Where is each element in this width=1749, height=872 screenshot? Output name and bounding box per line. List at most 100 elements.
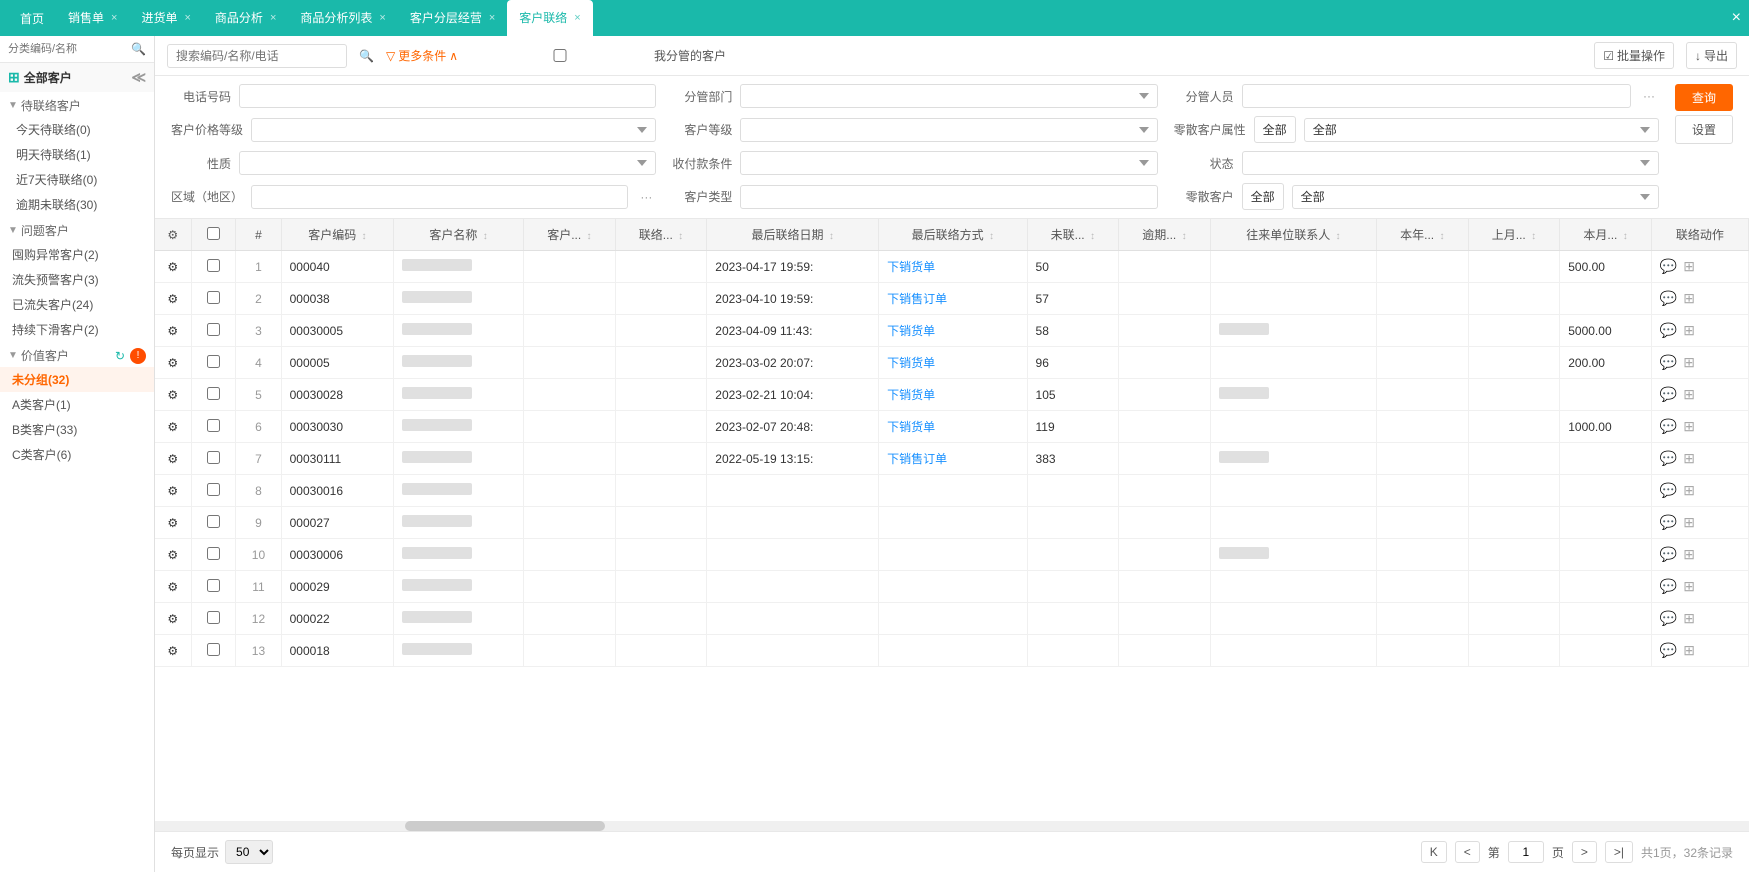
global-close-button[interactable]: × [1732,9,1741,27]
row-checkbox-4[interactable] [207,387,220,400]
refresh-icon[interactable]: ↻ [115,349,125,363]
grid-action-icon[interactable]: ⊞ [1683,354,1695,371]
problem-group-header[interactable]: ▼ 问题客户 [0,217,154,242]
row-checkbox-10[interactable] [207,579,220,592]
th-name[interactable]: 客户名称 ↕ [394,219,524,251]
region-more-icon[interactable]: ··· [636,190,656,204]
zero-customer-select[interactable]: 全部 [1292,185,1659,209]
sidebar-item-class-a[interactable]: A类客户(1) [0,392,154,417]
sidebar-item-ungroup[interactable]: 未分组(32) [0,367,154,392]
grid-action-icon[interactable]: ⊞ [1683,450,1695,467]
tab-customer-contact[interactable]: 客户联络 × [507,0,592,36]
th-this-month[interactable]: 本月... ↕ [1560,219,1652,251]
grid-action-icon[interactable]: ⊞ [1683,386,1695,403]
grid-action-icon[interactable]: ⊞ [1683,258,1695,275]
gear-cell[interactable]: ⚙ [155,571,191,603]
region-input[interactable] [251,185,628,209]
last-method-link[interactable]: 下销货单 [887,356,935,370]
last-method-link[interactable]: 下销货单 [887,420,935,434]
th-unit-contact[interactable]: 往来单位联系人 ↕ [1210,219,1376,251]
th-contact[interactable]: 联络... ↕ [615,219,707,251]
sidebar-item-churn-warning[interactable]: 流失预警客户(3) [0,267,154,292]
grid-action-icon[interactable]: ⊞ [1683,610,1695,627]
row-checkbox-5[interactable] [207,419,220,432]
last-method-link[interactable]: 下销售订单 [887,292,947,306]
message-icon[interactable]: 💬 [1660,482,1677,499]
prev-page-button[interactable]: < [1455,841,1480,863]
message-icon[interactable]: 💬 [1660,546,1677,563]
last-page-button[interactable]: >| [1605,841,1633,863]
grid-action-icon[interactable]: ⊞ [1683,514,1695,531]
grid-action-icon[interactable]: ⊞ [1683,418,1695,435]
gear-cell[interactable]: ⚙ [155,283,191,315]
sidebar-item-today-pending[interactable]: 今天待联络(0) [0,117,154,142]
sidebar-item-7day-pending[interactable]: 近7天待联络(0) [0,167,154,192]
sidebar-item-declining[interactable]: 持续下滑客户(2) [0,317,154,342]
th-type[interactable]: 客户... ↕ [524,219,616,251]
horizontal-scrollbar[interactable] [155,821,1749,831]
checkbox-cell[interactable] [191,251,236,283]
sidebar-search-icon[interactable]: 🔍 [131,42,146,56]
first-page-button[interactable]: K [1421,841,1447,863]
grid-action-icon[interactable]: ⊞ [1683,578,1695,595]
payment-select[interactable] [740,151,1157,175]
row-checkbox-8[interactable] [207,515,220,528]
checkbox-cell[interactable] [191,571,236,603]
tab-purchase[interactable]: 进货单 × [129,0,202,36]
tab-sales-close[interactable]: × [111,0,117,36]
row-checkbox-0[interactable] [207,259,220,272]
price-level-select[interactable] [251,118,656,142]
message-icon[interactable]: 💬 [1660,450,1677,467]
tab-analysis-close[interactable]: × [270,0,276,36]
grid-action-icon[interactable]: ⊞ [1683,546,1695,563]
filter-search-icon[interactable]: 🔍 [359,49,374,63]
gear-column-header[interactable]: ⚙ [155,219,191,251]
my-customer-checkbox-wrapper[interactable]: 我分管的客户 [470,47,726,64]
reset-button[interactable]: 设置 [1675,115,1733,144]
row-checkbox-6[interactable] [207,451,220,464]
message-icon[interactable]: 💬 [1660,386,1677,403]
checkbox-cell[interactable] [191,315,236,347]
my-customer-checkbox[interactable] [470,49,650,62]
message-icon[interactable]: 💬 [1660,354,1677,371]
person-more-icon[interactable]: ··· [1639,89,1659,103]
checkbox-cell[interactable] [191,347,236,379]
next-page-button[interactable]: > [1572,841,1597,863]
checkbox-column-header[interactable] [191,219,236,251]
last-method-link[interactable]: 下销货单 [887,260,935,274]
query-button[interactable]: 查询 [1675,84,1733,111]
tab-analysis-list-close[interactable]: × [379,0,385,36]
checkbox-cell[interactable] [191,443,236,475]
sidebar-item-overdue-pending[interactable]: 逾期未联络(30) [0,192,154,217]
grid-action-icon[interactable]: ⊞ [1683,482,1695,499]
row-checkbox-9[interactable] [207,547,220,560]
last-method-link[interactable]: 下销售订单 [887,452,947,466]
row-checkbox-7[interactable] [207,483,220,496]
row-checkbox-2[interactable] [207,323,220,336]
value-group-header[interactable]: ▼ 价值客户 ↻ ! [0,342,154,367]
sidebar-item-class-c[interactable]: C类客户(6) [0,442,154,467]
person-input[interactable] [1242,84,1631,108]
sidebar-item-abnormal[interactable]: 囤购异常客户(2) [0,242,154,267]
scrollbar-thumb[interactable] [405,821,605,831]
zero-retail-value[interactable]: 全部 [1254,116,1296,143]
gear-cell[interactable]: ⚙ [155,443,191,475]
gear-cell[interactable]: ⚙ [155,411,191,443]
customer-type-input[interactable] [740,185,1157,209]
message-icon[interactable]: 💬 [1660,642,1677,659]
export-button[interactable]: ↓ 导出 [1686,42,1737,69]
tab-customer-tier-close[interactable]: × [489,0,495,36]
all-customers-header[interactable]: ⊞ 全部客户 ≪ [0,63,154,92]
dept-select[interactable] [740,84,1157,108]
tab-home[interactable]: 首页 [8,10,56,27]
tab-customer-tier[interactable]: 客户分层经营 × [398,0,507,36]
row-checkbox-11[interactable] [207,611,220,624]
sidebar-collapse-icon[interactable]: ≪ [131,69,146,86]
message-icon[interactable]: 💬 [1660,610,1677,627]
sidebar-item-class-b[interactable]: B类客户(33) [0,417,154,442]
customer-level-select[interactable] [740,118,1157,142]
pending-group-header[interactable]: ▼ 待联络客户 [0,92,154,117]
phone-input[interactable] [239,84,656,108]
tab-customer-contact-close[interactable]: × [574,0,580,36]
gear-cell[interactable]: ⚙ [155,539,191,571]
